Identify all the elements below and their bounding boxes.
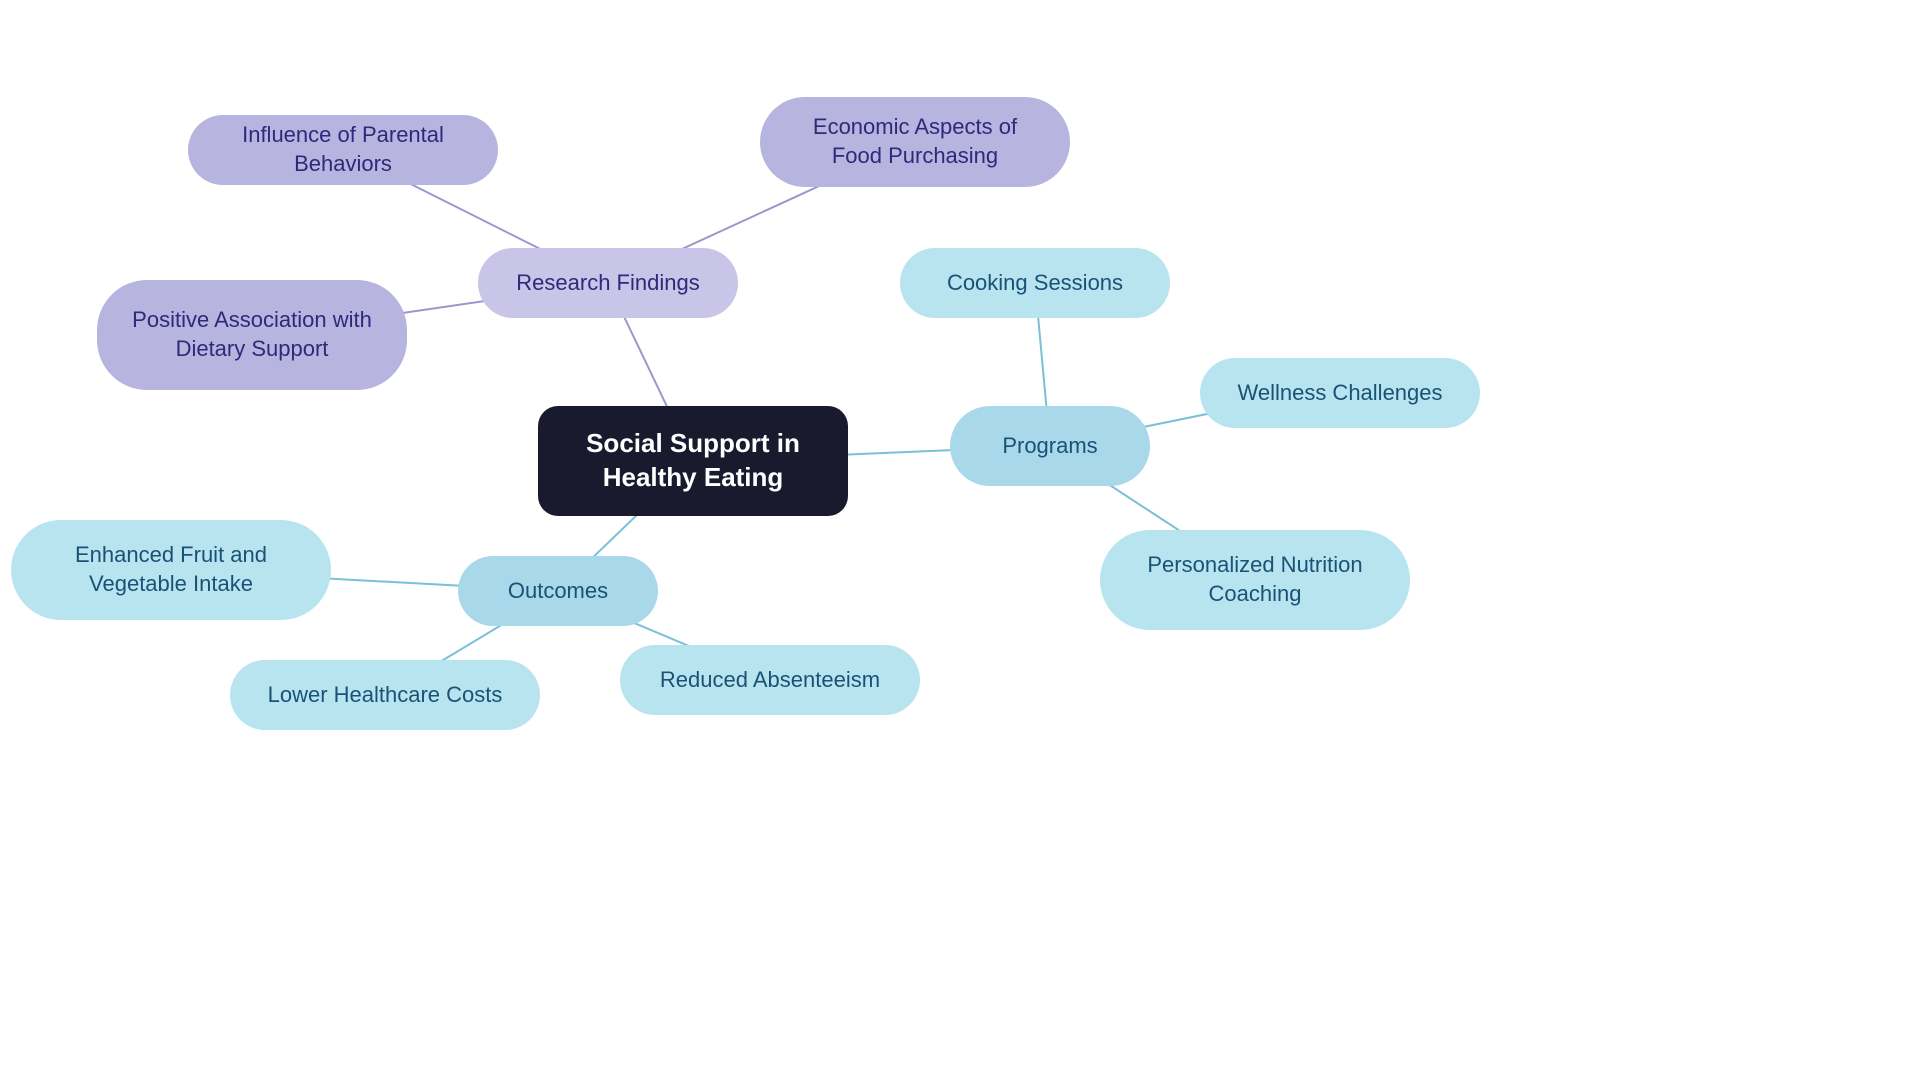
node-wellness-challenges[interactable]: Wellness Challenges (1200, 358, 1480, 428)
node-programs[interactable]: Programs (950, 406, 1150, 486)
node-center[interactable]: Social Support in Healthy Eating (538, 406, 848, 516)
node-reduced-absenteeism[interactable]: Reduced Absenteeism (620, 645, 920, 715)
node-positive-association[interactable]: Positive Association with Dietary Suppor… (97, 280, 407, 390)
node-personalized-nutrition[interactable]: Personalized Nutrition Coaching (1100, 530, 1410, 630)
node-lower-healthcare[interactable]: Lower Healthcare Costs (230, 660, 540, 730)
node-influence-parental[interactable]: Influence of Parental Behaviors (188, 115, 498, 185)
node-economic-aspects[interactable]: Economic Aspects of Food Purchasing (760, 97, 1070, 187)
node-cooking-sessions[interactable]: Cooking Sessions (900, 248, 1170, 318)
node-outcomes[interactable]: Outcomes (458, 556, 658, 626)
node-research-findings[interactable]: Research Findings (478, 248, 738, 318)
node-enhanced-fruit[interactable]: Enhanced Fruit and Vegetable Intake (11, 520, 331, 620)
mind-map-container: Social Support in Healthy Eating Researc… (0, 0, 1920, 1083)
